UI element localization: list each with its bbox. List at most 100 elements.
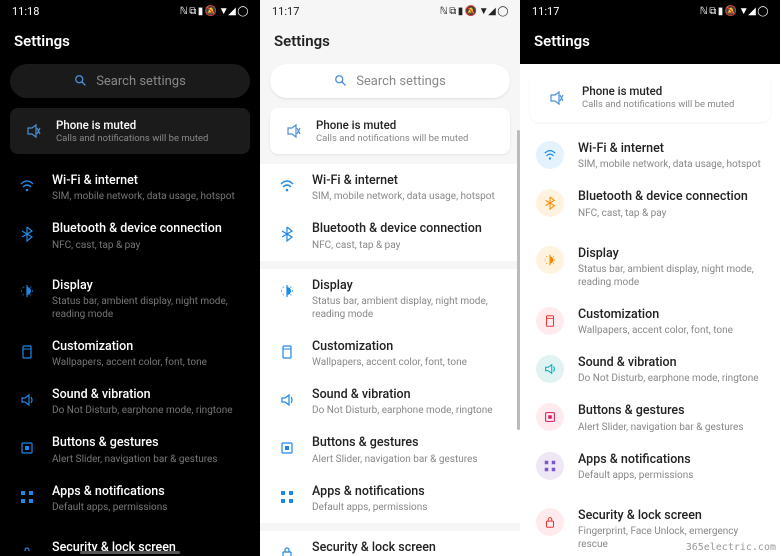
apps-icon xyxy=(276,486,298,508)
alert-mute[interactable]: Phone is mutedCalls and notifications wi… xyxy=(270,108,510,154)
item-sub: Wallpapers, accent color, font, tone xyxy=(52,356,244,369)
item-sub: Status bar, ambient display, night mode,… xyxy=(52,295,244,321)
item-label: Buttons & gestures xyxy=(312,435,504,451)
item-label: Wi-Fi & internet xyxy=(578,141,764,157)
mute-icon xyxy=(22,120,44,142)
alert-title: Phone is muted xyxy=(56,118,208,132)
item-label: Apps & notifications xyxy=(312,484,504,500)
settings-list: Phone is mutedCalls and notifications wi… xyxy=(260,108,520,556)
item-sub: Do Not Disturb, earphone mode, ringtone xyxy=(578,372,764,385)
search-input[interactable]: Search settings xyxy=(270,64,510,98)
customization-icon xyxy=(16,341,38,363)
watermark: 365electric.com xyxy=(686,542,776,553)
page-title: Settings xyxy=(534,32,766,50)
item-sound[interactable]: Sound & vibrationDo Not Disturb, earphon… xyxy=(0,378,260,426)
item-apps[interactable]: Apps & notificationsDefault apps, permis… xyxy=(520,443,780,491)
buttons-icon xyxy=(16,437,38,459)
bluetooth-icon xyxy=(16,223,38,245)
item-sound[interactable]: Sound & vibrationDo Not Disturb, earphon… xyxy=(520,346,780,394)
item-wifi[interactable]: Wi-Fi & internetSIM, mobile network, dat… xyxy=(260,164,520,212)
item-customization[interactable]: CustomizationWallpapers, accent color, f… xyxy=(260,330,520,378)
lock-icon xyxy=(276,542,298,556)
item-display[interactable]: DisplayStatus bar, ambient display, nigh… xyxy=(260,269,520,330)
item-sub: Alert Slider, navigation bar & gestures xyxy=(578,421,764,434)
status-icons: ℕ ⧉ ▮ 🔕 ▼◢ ◯ xyxy=(440,6,508,17)
item-sub: SIM, mobile network, data usage, hotspot xyxy=(312,190,504,203)
item-apps[interactable]: Apps & notificationsDefault apps, permis… xyxy=(0,475,260,523)
item-sound[interactable]: Sound & vibrationDo Not Disturb, earphon… xyxy=(260,378,520,426)
item-bluetooth[interactable]: Bluetooth & device connectionNFC, cast, … xyxy=(520,180,780,228)
item-sub: Default apps, permissions xyxy=(312,501,504,514)
item-sub: Wallpapers, accent color, font, tone xyxy=(578,324,764,337)
settings-list: Phone is mutedCalls and notifications wi… xyxy=(520,64,780,556)
item-display[interactable]: DisplayStatus bar, ambient display, nigh… xyxy=(520,237,780,298)
item-label: Wi-Fi & internet xyxy=(52,173,244,189)
alert-sub: Calls and notifications will be muted xyxy=(316,133,468,144)
wifi-icon xyxy=(536,141,564,169)
status-time: 11:17 xyxy=(272,5,299,18)
item-bluetooth[interactable]: Bluetooth & device connectionNFC, cast, … xyxy=(260,212,520,260)
item-customization[interactable]: CustomizationWallpapers, accent color, f… xyxy=(520,298,780,346)
item-sub: SIM, mobile network, data usage, hotspot xyxy=(578,158,764,171)
item-label: Buttons & gestures xyxy=(578,403,764,419)
item-security[interactable]: Security & lock screenFingerprint, Face … xyxy=(260,531,520,556)
wifi-icon xyxy=(16,175,38,197)
bluetooth-icon xyxy=(536,189,564,217)
item-label: Wi-Fi & internet xyxy=(312,173,504,189)
customization-icon xyxy=(276,341,298,363)
search-icon xyxy=(334,74,348,88)
item-buttons[interactable]: Buttons & gestures Alert Slider, navigati… xyxy=(520,394,780,442)
item-sub: Alert Slider, navigation bar & gestures xyxy=(312,453,504,466)
bluetooth-icon xyxy=(276,223,298,245)
page-title: Settings xyxy=(14,32,246,50)
buttons-icon xyxy=(276,437,298,459)
item-bluetooth[interactable]: Bluetooth & device connection NFC, cast, … xyxy=(0,212,260,260)
apps-icon xyxy=(536,452,564,480)
item-label: Security & lock screen xyxy=(52,540,244,551)
mute-icon xyxy=(282,120,304,142)
item-wifi[interactable]: Wi-Fi & internetSIM, mobile network, dat… xyxy=(520,132,780,180)
page-title: Settings xyxy=(274,32,506,50)
status-icons: ℕ ⧉ ▮ 🔕 ▼◢ ◯ xyxy=(180,6,248,17)
item-label: Security & lock screen xyxy=(578,508,764,524)
alert-mute[interactable]: Phone is mutedCalls and notifications wi… xyxy=(530,74,770,122)
item-wifi[interactable]: Wi-Fi & internetSIM, mobile network, dat… xyxy=(0,164,260,212)
item-sub: Default apps, permissions xyxy=(578,469,764,482)
item-label: Customization xyxy=(52,339,244,355)
item-display[interactable]: DisplayStatus bar, ambient display, nigh… xyxy=(0,269,260,330)
item-sub: NFC, cast, tap & pay xyxy=(578,207,764,220)
nav-bar[interactable] xyxy=(80,551,180,554)
customization-icon xyxy=(536,307,564,335)
item-buttons[interactable]: Buttons & gesturesAlert Slider, navigati… xyxy=(0,426,260,474)
lock-icon xyxy=(16,542,38,551)
item-buttons[interactable]: Buttons & gestures Alert Slider, navigati… xyxy=(260,426,520,474)
item-sub: SIM, mobile network, data usage, hotspot xyxy=(52,190,244,203)
wifi-icon xyxy=(276,175,298,197)
buttons-icon xyxy=(536,403,564,431)
item-label: Sound & vibration xyxy=(578,355,764,371)
statusbar: 11:18 ℕ ⧉ ▮ 🔕 ▼◢ ◯ xyxy=(0,0,260,22)
item-label: Bluetooth & device connection xyxy=(52,221,244,237)
item-customization[interactable]: CustomizationWallpapers, accent color, f… xyxy=(0,330,260,378)
item-apps[interactable]: Apps & notificationsDefault apps, permis… xyxy=(260,475,520,523)
item-sub: Wallpapers, accent color, font, tone xyxy=(312,356,504,369)
search-icon xyxy=(74,74,88,88)
item-security[interactable]: Security & lock screenFingerprint, Face … xyxy=(0,531,260,551)
item-label: Display xyxy=(52,278,244,294)
display-icon xyxy=(536,246,564,274)
status-icons: ℕ ⧉ ▮ 🔕 ▼◢ ◯ xyxy=(700,6,768,17)
screen-white: 11:17 ℕ ⧉ ▮ 🔕 ▼◢ ◯ Settings Phone is mut… xyxy=(520,0,780,556)
item-sub: NFC, cast, tap & pay xyxy=(52,239,244,252)
search-placeholder: Search settings xyxy=(356,74,446,89)
display-icon xyxy=(16,280,38,302)
item-sub: Status bar, ambient display, night mode,… xyxy=(312,295,504,321)
alert-mute[interactable]: Phone is mutedCalls and notifications wi… xyxy=(10,108,250,154)
statusbar: 11:17 ℕ ⧉ ▮ 🔕 ▼◢ ◯ xyxy=(260,0,520,22)
sound-icon xyxy=(16,389,38,411)
apps-icon xyxy=(16,486,38,508)
alert-sub: Calls and notifications will be muted xyxy=(582,99,734,110)
sound-icon xyxy=(536,355,564,383)
status-time: 11:18 xyxy=(12,5,39,18)
screen-dark: 11:18 ℕ ⧉ ▮ 🔕 ▼◢ ◯ Settings Search setti… xyxy=(0,0,260,556)
search-input[interactable]: Search settings xyxy=(10,64,250,98)
